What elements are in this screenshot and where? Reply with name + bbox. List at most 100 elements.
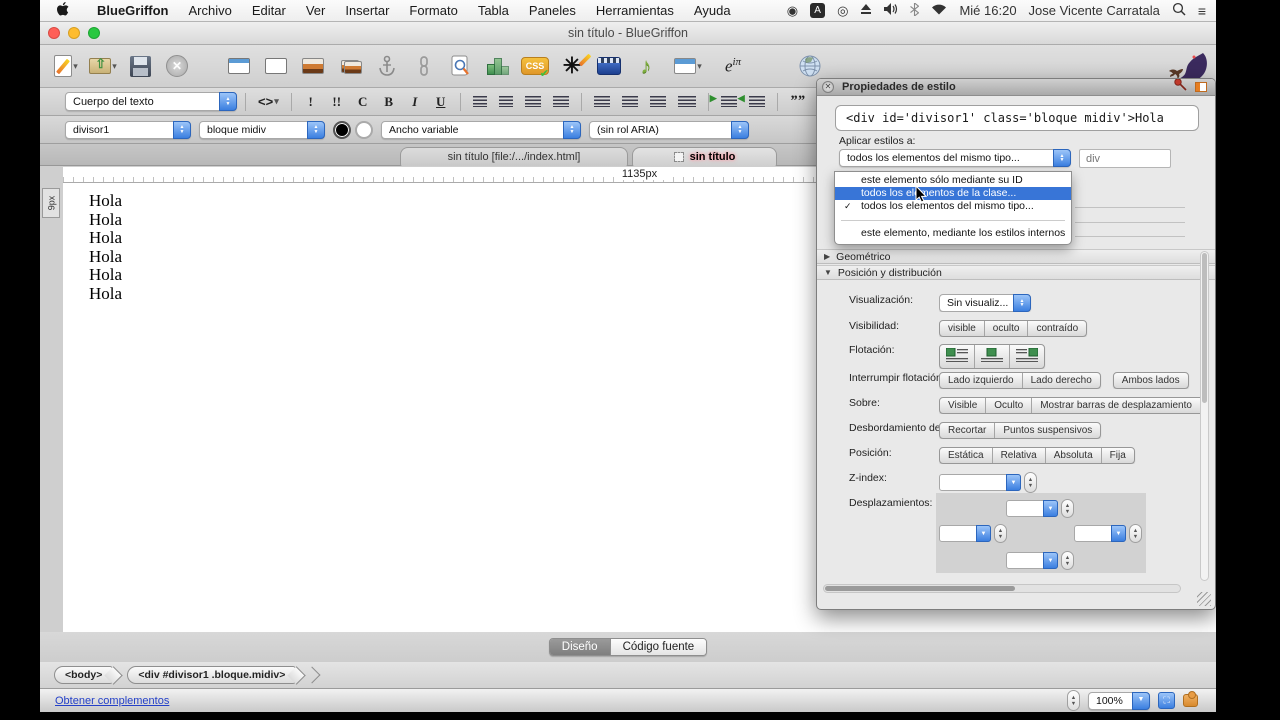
menu-ver[interactable]: Ver [296,3,336,18]
table-properties-button[interactable] [262,52,290,80]
menu-archivo[interactable]: Archivo [179,3,242,18]
float-none-icon[interactable] [975,345,1010,368]
panel-pin-icon[interactable] [1174,79,1187,96]
decrease-spacing-icon[interactable] [521,92,545,112]
clear-right-button[interactable]: Lado derecho [1023,373,1100,388]
breadcrumb-body[interactable]: <body> [54,666,114,684]
addons-puzzle-icon[interactable] [1183,691,1198,707]
insert-form-button[interactable]: ▾ [669,52,707,80]
menu-ayuda[interactable]: Ayuda [684,3,741,18]
menubar-user[interactable]: Jose Vicente Carratala [1029,3,1160,18]
insert-math-button[interactable]: eiπ [716,52,750,80]
menu-editar[interactable]: Editar [242,3,296,18]
italic-button[interactable]: I [404,92,426,112]
underline-button[interactable]: U [430,92,452,112]
align-left-icon[interactable] [590,92,614,112]
clear-both-button[interactable]: Ambos lados [1112,372,1189,389]
creative-cloud-icon[interactable]: ◎ [837,3,848,19]
offset-bottom-combo[interactable]: ▼ ▲ ▼ [1006,551,1074,570]
selector-input[interactable] [1079,149,1171,168]
save-button[interactable] [126,52,154,80]
menu-option-type[interactable]: ✓ todos los elementos del mismo tipo... [835,200,1071,213]
eject-icon[interactable] [860,3,872,18]
source-mode-button[interactable]: Código fuente [610,639,707,655]
notification-center-icon[interactable]: ≡ [1198,3,1206,19]
insert-image-button[interactable] [299,52,327,80]
visibility-oculto-button[interactable]: oculto [985,321,1029,336]
justify-icon[interactable] [674,92,700,112]
increase-spacing-icon[interactable] [549,92,573,112]
zindex-select[interactable]: ▼ [939,474,1021,491]
bold-button[interactable]: B [378,92,400,112]
tab-sin-titulo[interactable]: sin título [632,147,777,166]
menu-tabla[interactable]: Tabla [468,3,519,18]
numbered-list-icon[interactable] [495,92,517,112]
panel-close-icon[interactable]: ✕ [822,81,834,93]
aria-role-select[interactable]: (sin rol ARIA) ▲ ▼ [589,120,749,139]
bluetooth-icon[interactable] [910,2,920,19]
position-relative-button[interactable]: Relativa [993,448,1046,463]
position-absolute-button[interactable]: Absoluta [1046,448,1102,463]
background-color-swatch[interactable] [355,120,373,139]
align-right-icon[interactable] [646,92,670,112]
overflow-visible-button[interactable]: Visible [940,398,987,413]
emphasis-button[interactable]: ! [300,92,322,112]
code-markup-button[interactable]: <> ▾ [254,92,283,112]
offset-right-combo[interactable]: ▼ ▲ ▼ [1074,524,1142,543]
zoom-stepper[interactable]: ▲ ▼ [1067,690,1080,711]
menu-app[interactable]: BlueGriffon [87,3,179,18]
apply-target-select[interactable]: todos los elementos del mismo tipo... ▲ ▼ [839,149,1071,167]
new-document-button[interactable]: ▾ [52,52,80,80]
textoverflow-ellipsis-button[interactable]: Puntos suspensivos [995,423,1100,438]
menubar-clock[interactable]: Mié 16:20 [959,3,1016,18]
wifi-icon[interactable] [931,3,947,18]
offset-left-combo[interactable]: ▼ ▲ ▼ [939,524,1007,543]
menu-option-class[interactable]: todos los elementos de la clase... [835,187,1071,200]
input-source-icon[interactable]: A [810,3,826,18]
panel-resize-grip[interactable] [1197,592,1211,606]
position-static-button[interactable]: Estática [940,448,993,463]
insert-images-button[interactable] [336,52,364,80]
paragraph-format-select[interactable]: Cuerpo del texto ▲ ▼ [65,92,237,111]
structure-blocks-button[interactable] [484,52,512,80]
get-addons-link[interactable]: Obtener complementos [55,695,169,707]
menu-formato[interactable]: Formato [399,3,467,18]
class-button[interactable]: C [352,92,374,112]
width-mode-select[interactable]: Ancho variable ▲ ▼ [381,120,581,139]
element-class-select[interactable]: bloque midiv ▲ ▼ [199,120,325,139]
blockquote-button[interactable]: ”” [786,92,809,112]
strong-emphasis-button[interactable]: !! [326,92,348,112]
position-fixed-button[interactable]: Fija [1102,448,1134,463]
display-select[interactable]: Sin visualiz... ▲ ▼ [939,294,1031,312]
offset-top-combo[interactable]: ▼ ▲ ▼ [1006,499,1074,518]
volume-icon[interactable] [884,3,898,18]
apple-icon[interactable] [56,1,69,20]
float-right-icon[interactable] [1010,345,1044,368]
insert-anchor-button[interactable] [373,52,401,80]
visibility-contraido-button[interactable]: contraído [1028,321,1086,336]
stop-button[interactable]: ✕ [163,52,191,80]
tab-index-html[interactable]: sin título [file:/.../index.html] [400,147,628,166]
menu-option-id[interactable]: este elemento sólo mediante su ID [835,174,1071,187]
overflow-hidden-button[interactable]: Oculto [986,398,1033,413]
menu-paneles[interactable]: Paneles [519,3,586,18]
element-id-select[interactable]: divisor1 ▲ ▼ [65,120,191,139]
insert-link-button[interactable] [410,52,438,80]
textoverflow-clip-button[interactable]: Recortar [940,423,996,438]
menu-herramientas[interactable]: Herramientas [586,3,684,18]
panel-header[interactable]: ✕ Propiedades de estilo [817,79,1215,96]
find-in-page-button[interactable] [447,52,475,80]
insert-audio-button[interactable]: ♪ [632,52,660,80]
section-geometric[interactable]: ▶ Geométrico [817,249,1215,264]
insert-table-button[interactable] [225,52,253,80]
preview-browser-button[interactable] [796,52,824,80]
css-editor-button[interactable]: CSS ✔ [520,52,550,80]
align-center-icon[interactable] [618,92,642,112]
outdent-icon[interactable]: ◀ [738,92,769,112]
section-position[interactable]: ▼ Posición y distribución [817,265,1215,280]
spellcheck-button[interactable]: ✳ [558,52,592,80]
insert-video-button[interactable] [595,52,623,80]
panel-dock-icon[interactable] [1195,82,1207,92]
panel-horizontal-scrollbar[interactable] [823,584,1181,593]
breadcrumb-div[interactable]: <div #divisor1 .bloque.midiv> [127,666,297,684]
